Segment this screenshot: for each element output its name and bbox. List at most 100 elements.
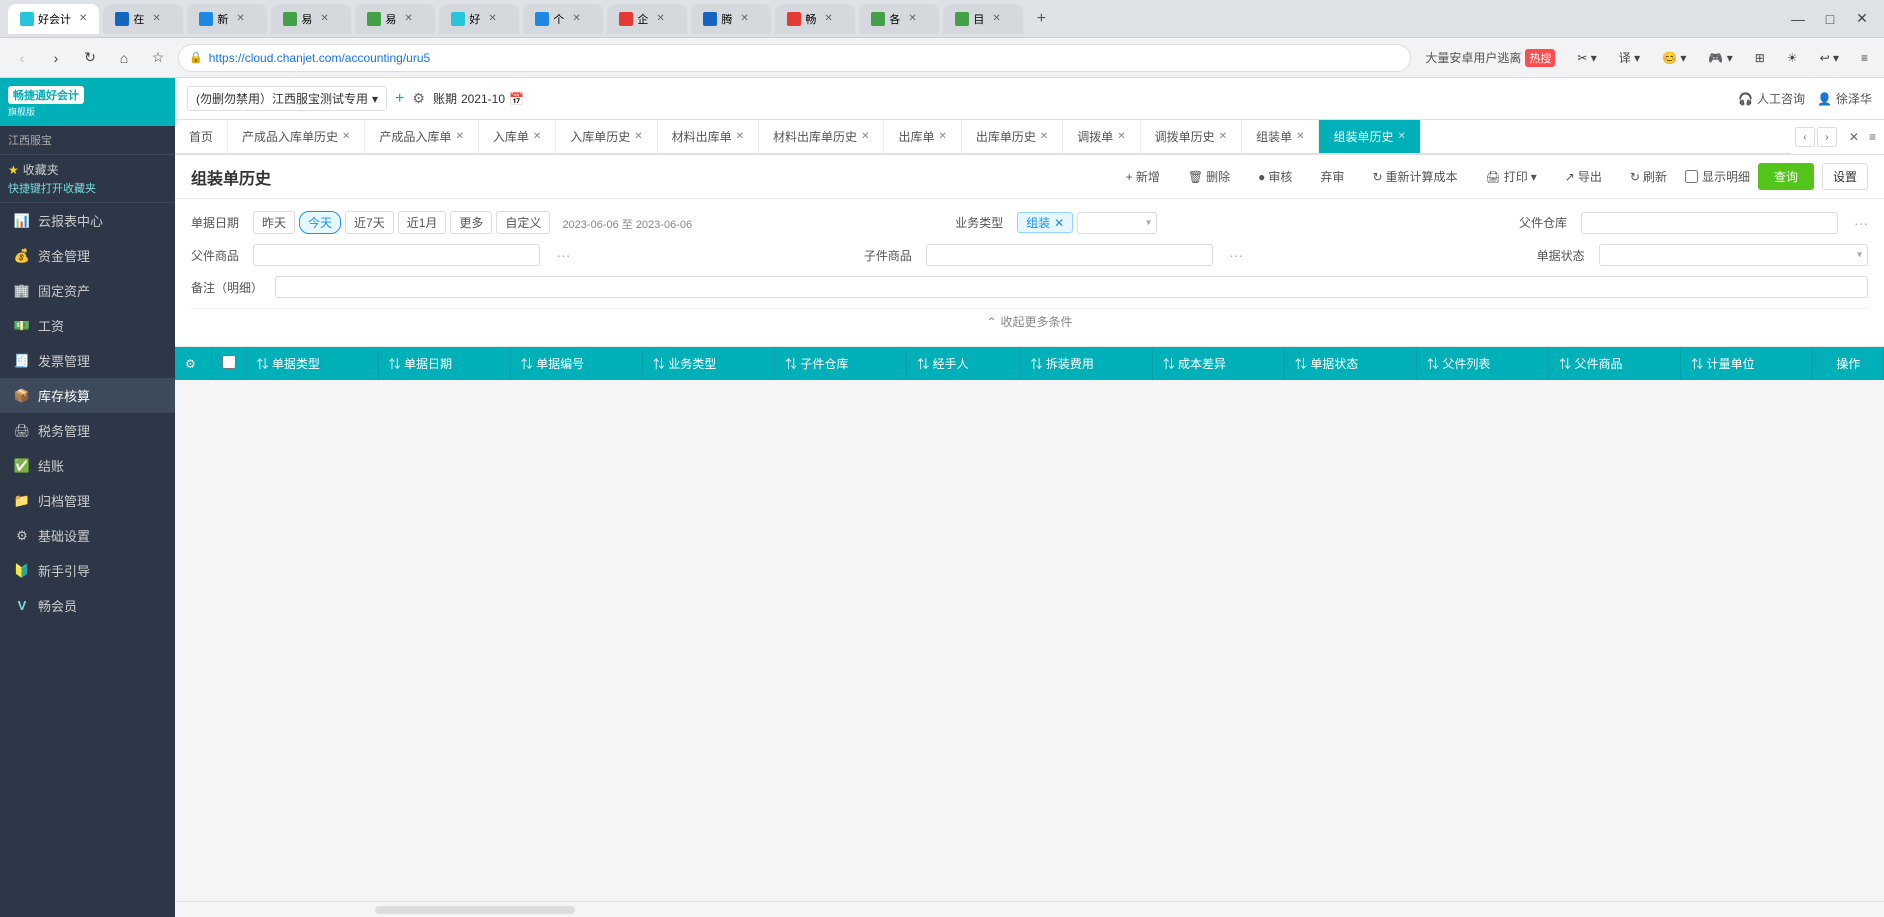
tab-close-icon[interactable]: ✕ (488, 13, 496, 24)
th-parent-list[interactable]: ⇅ 父件列表 (1416, 347, 1548, 380)
tab-close-icon[interactable]: ✕ (1296, 131, 1304, 142)
7days-btn[interactable]: 近7天 (345, 211, 394, 234)
tab-close-icon[interactable]: ✕ (992, 13, 1000, 24)
tab-material-out[interactable]: 材料出库单 ✕ (658, 120, 759, 153)
sidebar-item-archive[interactable]: 📁 归档管理 (0, 483, 175, 518)
tab-close-icon[interactable]: ✕ (572, 13, 580, 24)
browser-tab-1[interactable]: 在 ✕ (103, 4, 183, 34)
tab-in-order[interactable]: 入库单 ✕ (479, 120, 556, 153)
th-parent-goods[interactable]: ⇅ 父件商品 (1549, 347, 1681, 380)
th-doc-status[interactable]: ⇅ 单据状态 (1284, 347, 1416, 380)
sidebar-item-vip[interactable]: V 畅会员 (0, 588, 175, 623)
forward-button[interactable]: › (42, 44, 70, 72)
sidebar-item-settle[interactable]: ✅ 结账 (0, 448, 175, 483)
tab-material-out-history[interactable]: 材料出库单历史 ✕ (759, 120, 884, 153)
back-button[interactable]: ‹ (8, 44, 36, 72)
audit-button[interactable]: ● 审核 (1248, 164, 1302, 189)
tab-out-history[interactable]: 出库单历史 ✕ (962, 120, 1063, 153)
tab-close-icon[interactable]: ✕ (342, 131, 350, 142)
tab-group-history[interactable]: 组装单历史 ✕ (1319, 120, 1420, 153)
tab-close-icon[interactable]: ✕ (1398, 131, 1406, 142)
tab-close-icon[interactable]: ✕ (152, 13, 160, 24)
new-button[interactable]: + 新增 (1116, 164, 1170, 189)
calendar-icon[interactable]: 📅 (509, 92, 524, 106)
sun-button[interactable]: ☀ (1779, 49, 1806, 67)
print-button[interactable]: 🖨 打印 ▾ (1476, 164, 1547, 189)
settings-button[interactable]: 设置 (1822, 163, 1868, 190)
tab-out-order[interactable]: 出库单 ✕ (884, 120, 961, 153)
sidebar-item-inventory[interactable]: 📦 库存核算 (0, 378, 175, 413)
sidebar-item-salary[interactable]: 💵 工资 (0, 308, 175, 343)
tab-close-icon[interactable]: ✕ (740, 13, 748, 24)
bookmark-button[interactable]: ☆ (144, 44, 172, 72)
export-button[interactable]: ↗ 导出 (1555, 164, 1612, 189)
browser-tab-11[interactable]: 各 ✕ (859, 4, 939, 34)
tab-close-icon[interactable]: ✕ (320, 13, 328, 24)
tab-close-icon[interactable]: ✕ (861, 131, 869, 142)
tab-close-icon[interactable]: ✕ (455, 131, 463, 142)
sidebar-item-guide[interactable]: 🔰 新手引导 (0, 553, 175, 588)
order-status-select[interactable] (1599, 244, 1868, 266)
browser-tab-6[interactable]: 个 ✕ (523, 4, 603, 34)
tab-close-icon[interactable]: ✕ (1040, 131, 1048, 142)
close-button[interactable]: ✕ (1848, 5, 1876, 33)
abandon-button[interactable]: 弃审 (1310, 164, 1354, 189)
game-button[interactable]: 🎮 ▾ (1700, 49, 1740, 67)
collapse-row[interactable]: ⌃ 收起更多条件 (191, 308, 1868, 334)
parent-warehouse-input[interactable] (1581, 212, 1838, 234)
child-goods-input[interactable] (926, 244, 1213, 266)
biz-type-select[interactable] (1077, 212, 1157, 234)
company-settings-button[interactable]: ⚙ (412, 90, 425, 107)
recalc-button[interactable]: ↻ 重新计算成本 (1362, 164, 1467, 189)
minimize-button[interactable]: — (1784, 5, 1812, 33)
tab-close-icon[interactable]: ✕ (1117, 131, 1125, 142)
sidebar-item-asset[interactable]: 🏢 固定资产 (0, 273, 175, 308)
today-btn[interactable]: 今天 (299, 211, 341, 234)
display-toggle[interactable]: 显示明细 (1685, 168, 1750, 185)
sidebar-item-settings[interactable]: ⚙ 基础设置 (0, 518, 175, 553)
tab-produce-in[interactable]: 产成品入库单 ✕ (365, 120, 478, 153)
tab-close-icon[interactable]: ✕ (1219, 131, 1227, 142)
refresh-button[interactable]: ↻ 刷新 (1620, 164, 1677, 189)
parent-warehouse-more-icon[interactable]: ··· (1854, 215, 1868, 231)
nav-right-button[interactable]: › (1817, 127, 1837, 147)
tab-close-current-button[interactable]: ✕ (1845, 128, 1863, 146)
delete-button[interactable]: 🗑 删除 (1178, 164, 1240, 189)
cut-button[interactable]: ✂ ▾ (1569, 49, 1604, 67)
new-tab-button[interactable]: + (1027, 5, 1055, 33)
th-checkbox[interactable] (211, 347, 246, 380)
parent-goods-more-icon[interactable]: ··· (556, 247, 570, 263)
tab-group-order[interactable]: 组装单 ✕ (1242, 120, 1319, 153)
browser-tab-5[interactable]: 好 ✕ (439, 4, 519, 34)
remark-input[interactable] (275, 276, 1868, 298)
tab-close-icon[interactable]: ✕ (79, 13, 87, 24)
tab-close-icon[interactable]: ✕ (634, 131, 642, 142)
th-disassemble-fee[interactable]: ⇅ 拆装费用 (1020, 347, 1152, 380)
tab-home[interactable]: 首页 (175, 120, 228, 153)
tab-close-icon[interactable]: ✕ (824, 13, 832, 24)
browser-tab-2[interactable]: 新 ✕ (187, 4, 267, 34)
browser-tab-10[interactable]: 畅 ✕ (775, 4, 855, 34)
nav-left-button[interactable]: ‹ (1795, 127, 1815, 147)
emoji-button[interactable]: 😊 ▾ (1654, 49, 1694, 67)
th-gear[interactable]: ⚙ (175, 347, 211, 380)
maximize-button[interactable]: □ (1816, 5, 1844, 33)
tab-dispatch-history[interactable]: 调拨单历史 ✕ (1141, 120, 1242, 153)
grid-button[interactable]: ⊞ (1747, 49, 1773, 67)
tab-close-icon[interactable]: ✕ (236, 13, 244, 24)
sidebar-item-tax[interactable]: 🖨 税务管理 (0, 413, 175, 448)
tab-in-history[interactable]: 入库单历史 ✕ (556, 120, 657, 153)
browser-tab-9[interactable]: 腾 ✕ (691, 4, 771, 34)
sidebar-item-report[interactable]: 📊 云报表中心 (0, 203, 175, 238)
sidebar-item-invoice[interactable]: 🧾 发票管理 (0, 343, 175, 378)
tab-close-icon[interactable]: ✕ (908, 13, 916, 24)
th-child-warehouse[interactable]: ⇅ 子件仓库 (775, 347, 907, 380)
th-doc-date[interactable]: ⇅ 单据日期 (378, 347, 510, 380)
child-goods-more-icon[interactable]: ··· (1229, 247, 1243, 263)
menu-button[interactable]: ≡ (1853, 49, 1876, 67)
favorites-section[interactable]: ★ 收藏夹 快捷键打开收藏夹 (0, 155, 175, 203)
custom-btn[interactable]: 自定义 (496, 211, 550, 234)
home-button[interactable]: ⌂ (110, 44, 138, 72)
browser-tab-7[interactable]: 企 ✕ (607, 4, 687, 34)
browser-tab-4[interactable]: 易 ✕ (355, 4, 435, 34)
